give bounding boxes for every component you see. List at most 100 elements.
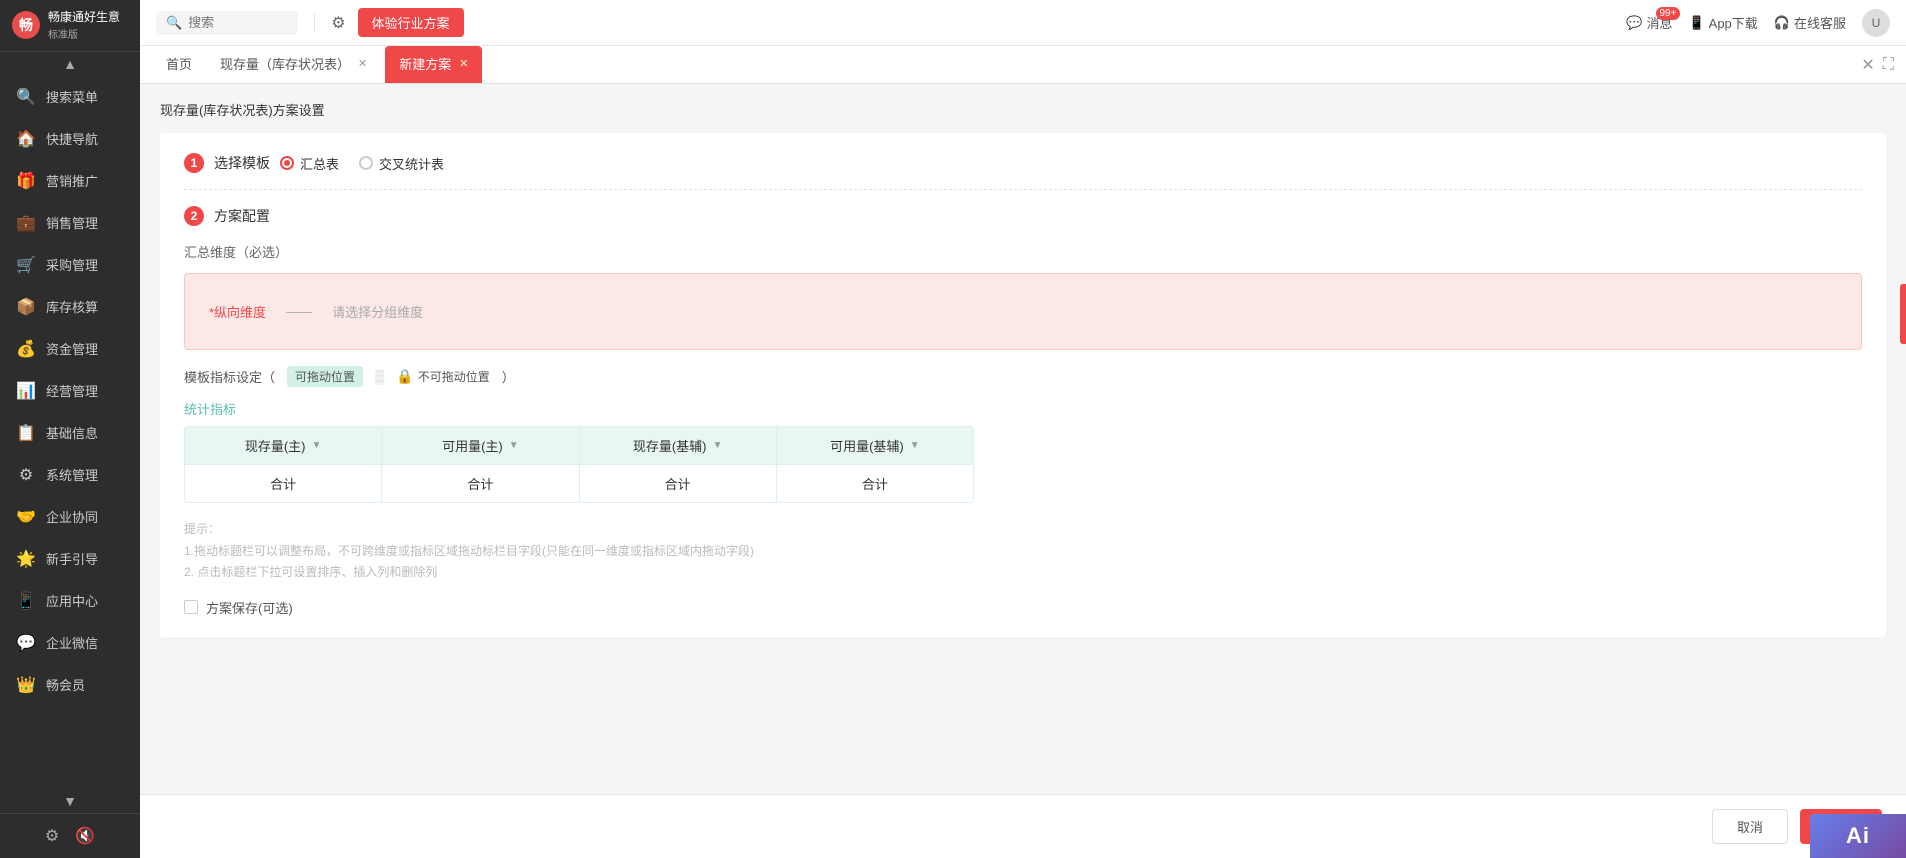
- tips-item-1: 2. 点击标题栏下拉可设置排序、插入列和删除列: [184, 562, 1862, 584]
- star-icon: 🌟: [16, 549, 36, 569]
- draggable-tag: 可拖动位置: [287, 366, 363, 387]
- col-data-1: 合计: [382, 465, 579, 502]
- vertical-dimension-separator: ——: [286, 304, 312, 319]
- main-card: 1 选择模板 汇总表 交叉统计表 2 方案配置: [160, 133, 1886, 637]
- sound-bottom-btn[interactable]: 🔇: [71, 822, 99, 850]
- col-header-2[interactable]: 现存量(基辅) ▼: [580, 427, 777, 464]
- save-option-row: 方案保存(可选): [184, 584, 1862, 617]
- sidebar-item-basic[interactable]: 📋 基础信息: [0, 412, 140, 454]
- sidebar-scroll-up[interactable]: ▲: [0, 52, 140, 76]
- indicator-table: 现存量(主) ▼ 可用量(主) ▼ 现存量(基辅) ▼ 可用量(基辅): [184, 426, 974, 503]
- sidebar-item-label: 新手引导: [46, 549, 98, 568]
- settings-icon[interactable]: ⚙: [331, 13, 345, 33]
- app-download-button[interactable]: 📱 App下载: [1688, 13, 1757, 32]
- user-avatar[interactable]: U: [1862, 9, 1890, 37]
- indicator-settings-suffix: ）: [502, 367, 515, 386]
- indicator-header-row: 现存量(主) ▼ 可用量(主) ▼ 现存量(基辅) ▼ 可用量(基辅): [185, 427, 973, 464]
- crown-icon: 👑: [16, 675, 36, 695]
- sidebar-item-label: 采购管理: [46, 255, 98, 274]
- sidebar-scroll-down[interactable]: ▼: [0, 789, 140, 813]
- close-panel-btn[interactable]: ✕: [1861, 55, 1874, 75]
- sidebar-item-corp[interactable]: 🤝 企业协同: [0, 496, 140, 538]
- sidebar-item-label: 应用中心: [46, 591, 98, 610]
- col-header-0[interactable]: 现存量(主) ▼: [185, 427, 382, 464]
- save-checkbox[interactable]: [184, 600, 198, 614]
- sidebar-item-label: 销售管理: [46, 213, 98, 232]
- briefcase-icon: 💼: [16, 213, 36, 233]
- settings-bottom-btn[interactable]: ⚙: [41, 822, 63, 850]
- money-icon: 💰: [16, 339, 36, 359]
- summary-dimension-label: 汇总维度（必选）: [184, 242, 1862, 261]
- ai-badge[interactable]: Ai: [1810, 814, 1906, 858]
- radio-summary[interactable]: 汇总表: [280, 154, 339, 173]
- section2-num: 2: [184, 206, 204, 226]
- sidebar-item-label: 库存核算: [46, 297, 98, 316]
- tips-title: 提示：: [184, 522, 220, 536]
- trial-button[interactable]: 体验行业方案: [358, 8, 464, 37]
- tab-new-scheme-label: 新建方案: [399, 54, 451, 73]
- download-icon: 📱: [1688, 15, 1704, 31]
- radio-cross-dot: [359, 156, 373, 170]
- sidebar-item-guide[interactable]: 🌟 新手引导: [0, 538, 140, 580]
- topbar-right: 💬 消息 99+ 📱 App下载 🎧 在线客服 U: [1626, 9, 1890, 37]
- radio-summary-dot: [280, 156, 294, 170]
- sidebar-item-search[interactable]: 🔍 搜索菜单: [0, 76, 140, 118]
- sidebar-item-finance[interactable]: 💰 资金管理: [0, 328, 140, 370]
- col-header-3[interactable]: 可用量(基辅) ▼: [777, 427, 973, 464]
- tab-inventory-status[interactable]: 现存量（库存状况表） ✕: [206, 46, 381, 83]
- sidebar-item-system[interactable]: ⚙ 系统管理: [0, 454, 140, 496]
- sidebar-item-member[interactable]: 👑 畅会员: [0, 664, 140, 706]
- col-header-1[interactable]: 可用量(主) ▼: [382, 427, 579, 464]
- sidebar-item-label: 企业微信: [46, 633, 98, 652]
- home-icon: 🏠: [16, 129, 36, 149]
- radio-cross[interactable]: 交叉统计表: [359, 154, 444, 173]
- app-download-label: App下载: [1709, 13, 1758, 32]
- sidebar-item-label: 搜索菜单: [46, 87, 98, 106]
- page-title: 现存量(库存状况表)方案设置: [160, 100, 1886, 119]
- brand-text: 畅康通好生意 标准版: [48, 10, 120, 41]
- indicator-settings-separator: ▒: [375, 369, 384, 384]
- stats-section: 统计指标 现存量(主) ▼ 可用量(主) ▼ 现存量(基辅): [184, 399, 1862, 503]
- messages-badge: 99+: [1656, 7, 1681, 20]
- gear-icon: ⚙: [16, 465, 36, 485]
- sidebar-item-shortcut[interactable]: 🏠 快捷导航: [0, 118, 140, 160]
- chevron-down-icon: ▼: [713, 440, 723, 451]
- tips-section: 提示： 1.拖动标题栏可以调整布局，不可跨维度或指标区域拖动标栏目字段(只能在同…: [184, 519, 1862, 584]
- indicator-data-row: 合计 合计 合计 合计: [185, 464, 973, 502]
- sidebar-item-operations[interactable]: 📊 经营管理: [0, 370, 140, 412]
- sidebar-item-label: 系统管理: [46, 465, 98, 484]
- sidebar-bottom: ⚙ 🔇: [0, 813, 140, 858]
- dimension-box[interactable]: *纵向维度 —— 请选择分组维度: [184, 273, 1862, 350]
- box-icon: 📦: [16, 297, 36, 317]
- lock-icon: 🔒: [396, 368, 413, 385]
- brand-header: 畅 畅康通好生意 标准版: [0, 0, 140, 52]
- sidebar-item-marketing[interactable]: 🎁 营销推广: [0, 160, 140, 202]
- sidebar-item-wechat[interactable]: 💬 企业微信: [0, 622, 140, 664]
- tab-new-scheme[interactable]: 新建方案 ✕: [385, 46, 482, 83]
- tab-home-label: 首页: [166, 54, 192, 73]
- search-input[interactable]: [188, 15, 288, 30]
- tab-home[interactable]: 首页: [152, 46, 206, 83]
- sidebar-item-inventory[interactable]: 📦 库存核算: [0, 286, 140, 328]
- expand-panel-btn[interactable]: ⛶: [1883, 56, 1894, 74]
- sidebar-item-appstore[interactable]: 📱 应用中心: [0, 580, 140, 622]
- handshake-icon: 🤝: [16, 507, 36, 527]
- col-data-0: 合计: [185, 465, 382, 502]
- sidebar: 畅 畅康通好生意 标准版 ▲ 🔍 搜索菜单 🏠 快捷导航 🎁 营销推广 💼 销售…: [0, 0, 140, 858]
- search-icon: 🔍: [166, 15, 182, 31]
- message-icon: 💬: [1626, 15, 1642, 31]
- non-draggable-label: 不可拖动位置: [418, 368, 490, 385]
- messages-button[interactable]: 💬 消息 99+: [1626, 13, 1672, 32]
- cancel-button[interactable]: 取消: [1712, 809, 1788, 844]
- sidebar-item-purchase[interactable]: 🛒 采购管理: [0, 244, 140, 286]
- online-service-button[interactable]: 🎧 在线客服: [1774, 13, 1846, 32]
- sidebar-item-sales[interactable]: 💼 销售管理: [0, 202, 140, 244]
- tabbar: 首页 现存量（库存状况表） ✕ 新建方案 ✕ ✕ ⛶: [140, 46, 1906, 84]
- bottom-bar: 取消 查询: [140, 794, 1906, 858]
- search-box[interactable]: 🔍: [156, 11, 298, 35]
- tab-new-scheme-close[interactable]: ✕: [459, 57, 468, 70]
- col-data-3: 合计: [777, 465, 973, 502]
- sidebar-item-label: 营销推广: [46, 171, 98, 190]
- col-header-label-3: 可用量(基辅): [830, 436, 904, 455]
- tab-inventory-close[interactable]: ✕: [358, 57, 367, 70]
